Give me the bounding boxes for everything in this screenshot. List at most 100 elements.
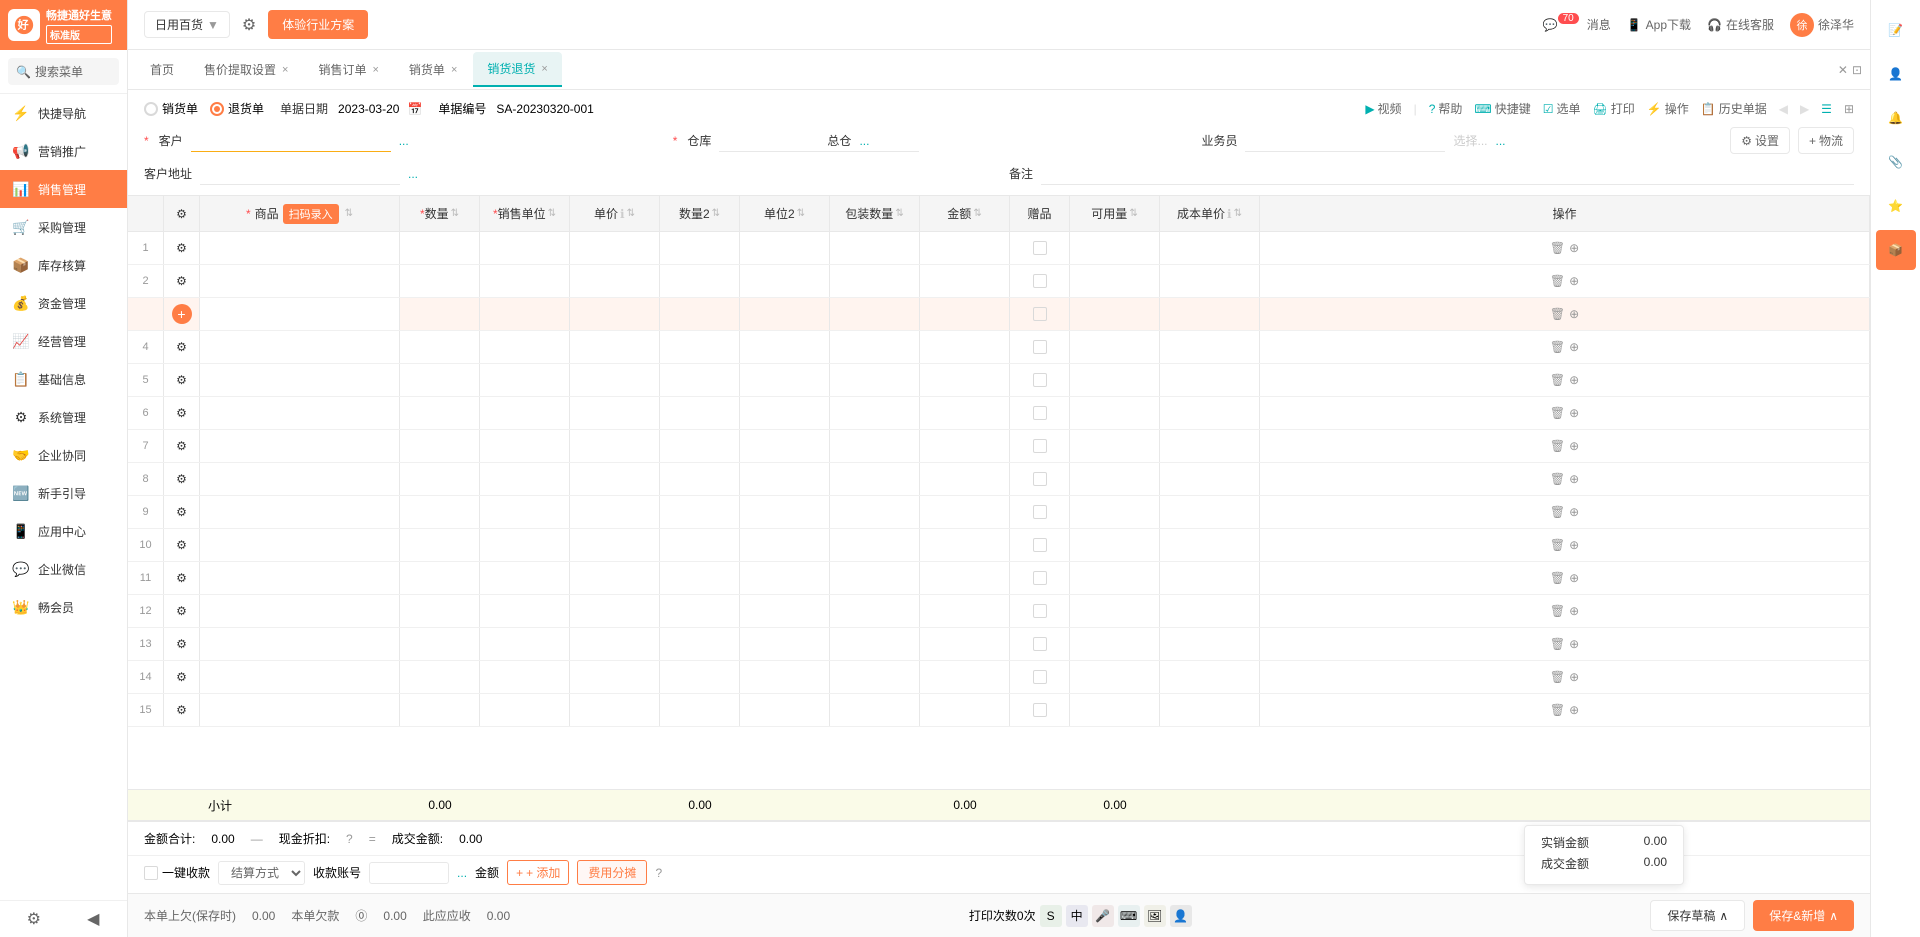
sidebar-item-operation[interactable]: 📈 经营管理 — [0, 322, 127, 360]
view-grid-icon[interactable]: ⊞ — [1844, 102, 1854, 116]
copy-icon[interactable]: ⊕ — [1569, 703, 1579, 717]
td-amount-3[interactable] — [920, 298, 1010, 330]
message-button[interactable]: 💬 70 消息 — [1543, 16, 1611, 33]
settings-button[interactable]: ⚙ 设置 — [1730, 127, 1790, 154]
tab-sales[interactable]: 销货单 × — [395, 53, 471, 86]
radio-return[interactable]: 退货单 — [210, 100, 264, 117]
help-discount-icon[interactable]: ? — [346, 832, 353, 846]
print-btn[interactable]: 🖨 打印 — [1593, 100, 1635, 117]
copy-icon[interactable]: ⊕ — [1569, 472, 1579, 486]
copy-icon[interactable]: ⊕ — [1569, 406, 1579, 420]
tab-home[interactable]: 首页 — [136, 53, 188, 86]
address-dots-btn[interactable]: ... — [408, 167, 418, 181]
copy-icon[interactable]: ⊕ — [1569, 637, 1579, 651]
sidebar-item-guide[interactable]: 🆕 新手引导 — [0, 474, 127, 512]
footer-icon-1[interactable]: S — [1040, 905, 1062, 927]
td-pack-3[interactable] — [830, 298, 920, 330]
module-selector[interactable]: 日用百货 ▼ — [144, 11, 230, 38]
pack-sort-icon[interactable]: ⇅ — [895, 208, 903, 219]
service-button[interactable]: 🎧 在线客服 — [1707, 16, 1774, 33]
warehouse-input[interactable] — [719, 129, 919, 152]
sidebar-item-inventory[interactable]: 📦 库存核算 — [0, 246, 127, 284]
right-panel-notification[interactable]: 🔔 — [1876, 98, 1916, 138]
amount-sort-icon[interactable]: ⇅ — [973, 208, 981, 219]
address-input[interactable] — [200, 162, 400, 185]
td-gift-2[interactable] — [1010, 265, 1070, 297]
td-amount-1[interactable] — [920, 232, 1010, 264]
td-qty2-2[interactable] — [660, 265, 740, 297]
select-btn[interactable]: ☑ 选单 — [1543, 100, 1581, 117]
remark-input[interactable] — [1041, 162, 1854, 185]
footer-icon-4[interactable]: ⌨ — [1118, 905, 1140, 927]
td-unit2-1[interactable] — [740, 232, 830, 264]
experience-button[interactable]: 体验行业方案 — [268, 10, 368, 39]
sidebar-item-quick-nav[interactable]: ⚡ 快捷导航 — [0, 94, 127, 132]
copy-icon-3[interactable]: ⊕ — [1569, 307, 1579, 321]
payment-checkbox[interactable] — [144, 866, 158, 880]
product-input-3[interactable] — [204, 307, 395, 321]
td-pack-1[interactable] — [830, 232, 920, 264]
td-cost-3[interactable] — [1160, 298, 1260, 330]
right-panel-attach[interactable]: 📎 — [1876, 142, 1916, 182]
delete-icon-3[interactable]: 🗑 — [1550, 307, 1565, 321]
delete-icon[interactable]: 🗑 — [1550, 472, 1565, 486]
td-price-2[interactable] — [570, 265, 660, 297]
right-panel-notes[interactable]: 📝 — [1876, 10, 1916, 50]
tab-sales-order[interactable]: 销售订单 × — [304, 53, 392, 86]
delete-icon[interactable]: 🗑 — [1550, 703, 1565, 717]
salesperson-dots-btn[interactable]: ... — [1496, 134, 1506, 148]
delete-icon[interactable]: 🗑 — [1550, 406, 1565, 420]
td-qty-3[interactable] — [400, 298, 480, 330]
td-unit2-2[interactable] — [740, 265, 830, 297]
delete-icon[interactable]: 🗑 — [1550, 505, 1565, 519]
td-available-2[interactable] — [1070, 265, 1160, 297]
td-unit2-3[interactable] — [740, 298, 830, 330]
product-sort-icon[interactable]: ⇅ — [345, 208, 353, 219]
copy-icon[interactable]: ⊕ — [1569, 538, 1579, 552]
td-gear-2[interactable]: ⚙ — [164, 265, 200, 297]
qty-sort-icon[interactable]: ⇅ — [451, 208, 459, 219]
view-list-icon[interactable]: ☰ — [1821, 102, 1832, 116]
help-btn[interactable]: ? 帮助 — [1429, 100, 1463, 117]
footer-icon-6[interactable]: 👤 — [1170, 905, 1192, 927]
td-amount-2[interactable] — [920, 265, 1010, 297]
td-price-3[interactable] — [570, 298, 660, 330]
unit2-sort-icon[interactable]: ⇅ — [797, 208, 805, 219]
account-dots-btn[interactable]: ... — [457, 866, 467, 880]
copy-icon[interactable]: ⊕ — [1569, 571, 1579, 585]
td-gift-3[interactable] — [1010, 298, 1070, 330]
delete-icon[interactable]: 🗑 — [1550, 604, 1565, 618]
tab-close-all[interactable]: ✕ ⊡ — [1838, 63, 1862, 77]
td-qty-1[interactable] — [400, 232, 480, 264]
tab-sales-order-close[interactable]: × — [372, 64, 378, 76]
copy-icon[interactable]: ⊕ — [1569, 670, 1579, 684]
add-payment-button[interactable]: + + 添加 — [507, 860, 569, 885]
sidebar-item-apps[interactable]: 📱 应用中心 — [0, 512, 127, 550]
copy-icon-2[interactable]: ⊕ — [1569, 274, 1579, 288]
td-unit-1[interactable] — [480, 232, 570, 264]
td-qty2-1[interactable] — [660, 232, 740, 264]
customer-dots-btn[interactable]: ... — [399, 134, 409, 148]
sidebar-item-member[interactable]: 👑 畅会员 — [0, 588, 127, 626]
sidebar-item-finance[interactable]: 💰 资金管理 — [0, 284, 127, 322]
td-qty2-3[interactable] — [660, 298, 740, 330]
tab-sales-return-close[interactable]: × — [541, 63, 547, 75]
unit-sort-icon[interactable]: ⇅ — [548, 208, 556, 219]
td-price-1[interactable] — [570, 232, 660, 264]
delete-icon-1[interactable]: 🗑 — [1550, 241, 1565, 255]
qty2-sort-icon[interactable]: ⇅ — [712, 208, 720, 219]
collapse-btn[interactable]: ◀ — [68, 909, 120, 929]
account-input[interactable] — [369, 862, 449, 884]
tab-sales-return[interactable]: 销货退货 × — [473, 52, 561, 87]
radio-sales[interactable]: 销货单 — [144, 100, 198, 117]
td-add-btn[interactable]: + — [164, 298, 200, 330]
right-panel-package[interactable]: 📦 — [1876, 230, 1916, 270]
topbar-gear-icon[interactable]: ⚙ — [242, 15, 256, 35]
copy-icon[interactable]: ⊕ — [1569, 604, 1579, 618]
tab-price-extract-close[interactable]: × — [282, 64, 288, 76]
td-available-1[interactable] — [1070, 232, 1160, 264]
sidebar-item-basic[interactable]: 📋 基础信息 — [0, 360, 127, 398]
footer-icon-2[interactable]: 中 — [1066, 905, 1088, 927]
td-pack-2[interactable] — [830, 265, 920, 297]
logistics-button[interactable]: + 物流 — [1798, 127, 1854, 154]
